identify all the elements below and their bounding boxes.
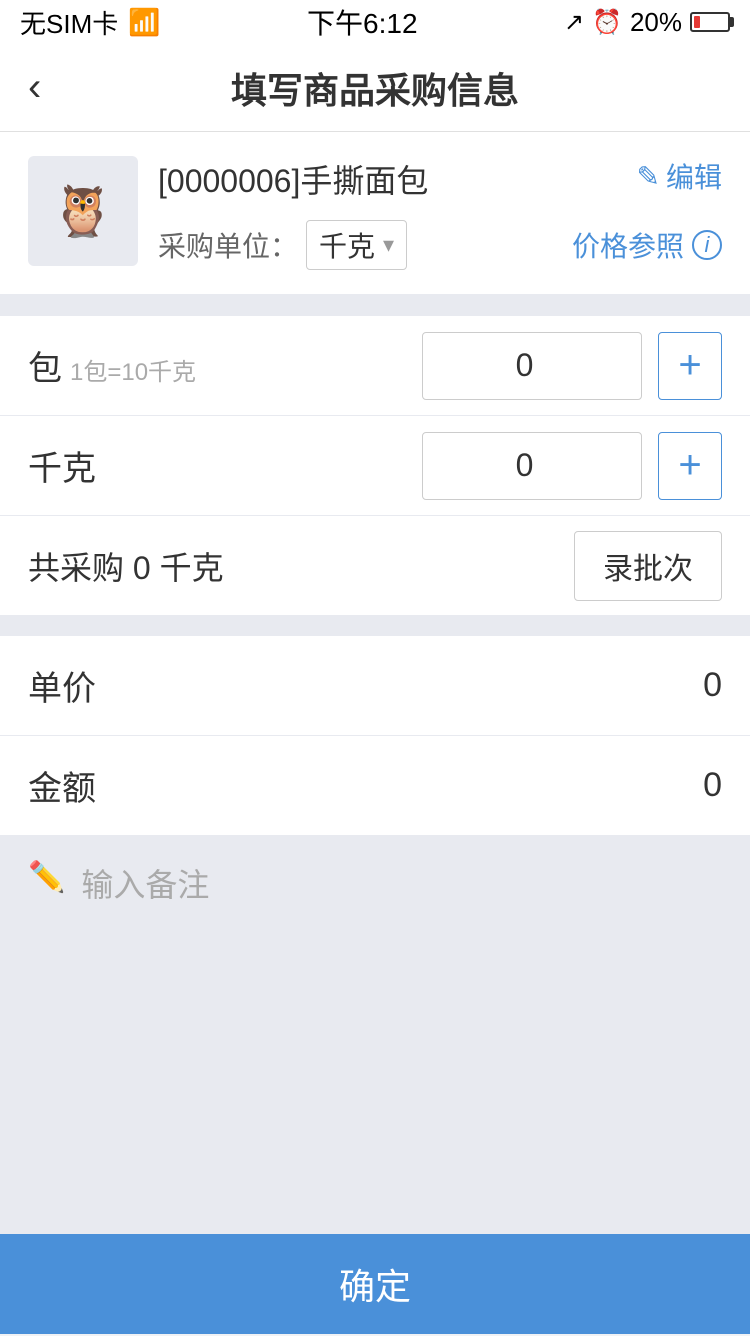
kg-plus-button[interactable]: + bbox=[658, 432, 722, 500]
product-image: 🦉 bbox=[28, 156, 138, 266]
edit-icon: ✎ bbox=[637, 160, 660, 193]
summary-row: 共采购 0 千克 录批次 bbox=[0, 516, 750, 616]
product-thumbnail: 🦉 bbox=[52, 182, 114, 241]
note-section[interactable]: ✏️ 输入备注 bbox=[0, 836, 750, 1236]
summary-text: 共采购 0 千克 bbox=[28, 543, 224, 589]
unit-label: 采购单位： bbox=[158, 225, 298, 265]
battery-indicator bbox=[690, 12, 730, 32]
bag-label: 包 bbox=[28, 341, 62, 390]
alarm-icon: ⏰ bbox=[592, 8, 622, 37]
product-unit-row: 采购单位： 千克 ▾ 价格参照 i bbox=[158, 220, 722, 270]
unit-price-row: 单价 0 bbox=[0, 636, 750, 736]
back-button[interactable]: ‹ bbox=[28, 65, 41, 110]
edit-label: 编辑 bbox=[666, 156, 722, 196]
kg-quantity-input[interactable] bbox=[422, 432, 642, 500]
price-ref-button[interactable]: 价格参照 i bbox=[572, 225, 722, 265]
kg-input-controls: + bbox=[96, 432, 722, 500]
bag-input-row: 包 1包=10千克 + bbox=[0, 316, 750, 416]
amount-label: 金额 bbox=[28, 761, 96, 810]
nav-bar: ‹ 填写商品采购信息 bbox=[0, 44, 750, 132]
price-ref-label: 价格参照 bbox=[572, 225, 684, 265]
wifi-icon: 📶 bbox=[128, 7, 160, 38]
batch-button[interactable]: 录批次 bbox=[574, 531, 722, 601]
input-section: 包 1包=10千克 + 千克 + 共采购 0 千克 bbox=[0, 316, 750, 616]
edit-button[interactable]: ✎ 编辑 bbox=[637, 156, 722, 196]
kg-label: 千克 bbox=[28, 441, 96, 490]
page-title: 填写商品采购信息 bbox=[231, 62, 519, 114]
chevron-down-icon: ▾ bbox=[383, 232, 394, 258]
battery-percent: 20% bbox=[630, 7, 682, 38]
price-section: 单价 0 金额 0 bbox=[0, 636, 750, 836]
bag-input-controls: + bbox=[196, 332, 722, 400]
confirm-button[interactable]: 确定 bbox=[0, 1234, 750, 1334]
section-divider-2 bbox=[0, 616, 750, 636]
bag-quantity-input[interactable] bbox=[422, 332, 642, 400]
product-name: [0000006]手撕面包 bbox=[158, 156, 637, 202]
unit-price-value: 0 bbox=[703, 666, 722, 705]
status-bar: 无SIM卡 📶 下午6:12 ↗ ⏰ 20% bbox=[0, 0, 750, 44]
main-content: 🦉 [0000006]手撕面包 ✎ 编辑 采购单位： 千克 ▾ bbox=[0, 132, 750, 1336]
section-divider-1 bbox=[0, 296, 750, 316]
pencil-icon: ✏️ bbox=[28, 860, 65, 895]
bag-sublabel: 1包=10千克 bbox=[70, 352, 196, 387]
location-icon: ↗ bbox=[564, 8, 584, 37]
note-placeholder: 输入备注 bbox=[81, 860, 209, 906]
status-right: ↗ ⏰ 20% bbox=[564, 7, 730, 38]
amount-row: 金额 0 bbox=[0, 736, 750, 836]
bag-plus-button[interactable]: + bbox=[658, 332, 722, 400]
unit-value: 千克 bbox=[319, 225, 375, 265]
kg-input-row: 千克 + bbox=[0, 416, 750, 516]
unit-price-label: 单价 bbox=[28, 661, 96, 710]
product-info: [0000006]手撕面包 ✎ 编辑 采购单位： 千克 ▾ 价格参照 i bbox=[158, 156, 722, 270]
amount-value: 0 bbox=[703, 766, 722, 805]
product-card: 🦉 [0000006]手撕面包 ✎ 编辑 采购单位： 千克 ▾ bbox=[0, 132, 750, 296]
product-header: [0000006]手撕面包 ✎ 编辑 bbox=[158, 156, 722, 202]
info-icon: i bbox=[692, 230, 722, 260]
clock: 下午6:12 bbox=[307, 2, 418, 42]
unit-select[interactable]: 千克 ▾ bbox=[306, 220, 407, 270]
status-left: 无SIM卡 📶 bbox=[20, 4, 161, 41]
carrier-label: 无SIM卡 bbox=[20, 4, 118, 41]
